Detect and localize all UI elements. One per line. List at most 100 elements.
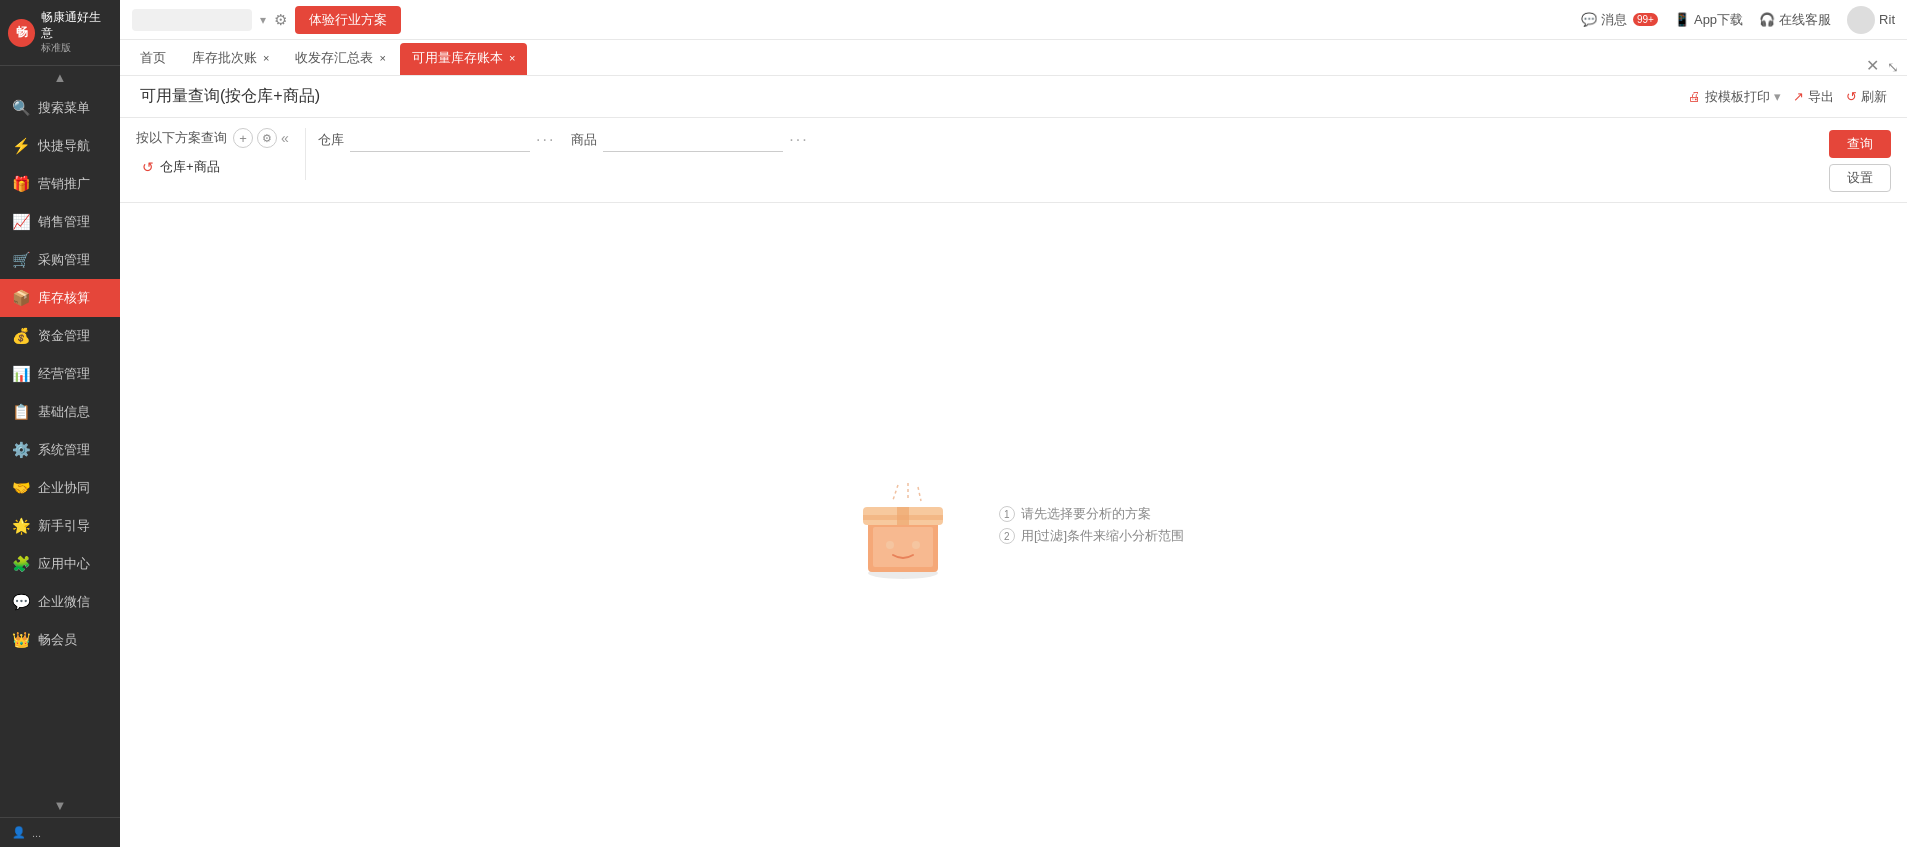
export-button[interactable]: ↗ 导出 (1793, 88, 1834, 106)
inventory-icon: 📦 (12, 289, 30, 307)
search-input[interactable] (132, 9, 252, 31)
empty-hint-1: 1 请先选择要分析的方案 (999, 505, 1184, 523)
message-icon: 💬 (1581, 12, 1597, 27)
online-service-label: 在线客服 (1779, 11, 1831, 29)
wechat-icon: 💬 (12, 593, 30, 611)
tab-available-qty-close[interactable]: × (509, 52, 515, 64)
svg-rect-2 (873, 527, 933, 567)
sidebar: 畅 畅康通好生意 标准版 ▲ 🔍 搜索菜单 ⚡ 快捷导航 🎁 营销推广 📈 销售… (0, 0, 120, 847)
message-button[interactable]: 💬 消息 99+ (1581, 11, 1658, 29)
print-button[interactable]: 🖨 按模板打印 ▾ (1688, 88, 1781, 106)
sidebar-item-sales[interactable]: 📈 销售管理 (0, 203, 120, 241)
expand-tab-button[interactable]: ⤡ (1887, 59, 1899, 75)
quick-nav-icon: ⚡ (12, 137, 30, 155)
filter-fields: 仓库 ··· 商品 ··· (318, 128, 1817, 152)
sidebar-item-label: 企业微信 (38, 593, 90, 611)
app-name: 畅康通好生意 (41, 10, 112, 41)
tab-available-qty[interactable]: 可用量库存账本 × (400, 43, 527, 75)
message-badge: 99+ (1633, 13, 1658, 26)
product-more-icon[interactable]: ··· (789, 131, 808, 149)
sidebar-item-inventory[interactable]: 📦 库存核算 (0, 279, 120, 317)
export-label: 导出 (1808, 88, 1834, 106)
sidebar-item-wechat[interactable]: 💬 企业微信 (0, 583, 120, 621)
warehouse-label: 仓库 (318, 131, 344, 149)
tab-available-qty-label: 可用量库存账本 (412, 49, 503, 67)
sidebar-item-label: 系统管理 (38, 441, 90, 459)
sidebar-item-label: 营销推广 (38, 175, 90, 193)
scheme-collapse-button[interactable]: « (281, 130, 289, 146)
sidebar-item-label: 销售管理 (38, 213, 90, 231)
scheme-item-icon: ↺ (142, 159, 154, 175)
sidebar-bottom-user[interactable]: 👤 ... (0, 817, 120, 847)
warehouse-more-icon[interactable]: ··· (536, 131, 555, 149)
scheme-item-label: 仓库+商品 (160, 158, 220, 176)
product-input[interactable] (603, 128, 783, 152)
scheme-add-button[interactable]: + (233, 128, 253, 148)
filter-scheme-panel: 按以下方案查询 + ⚙ « ↺ 仓库+商品 (136, 128, 306, 180)
empty-box-svg (843, 465, 963, 585)
sidebar-item-finance[interactable]: 💰 资金管理 (0, 317, 120, 355)
tab-home[interactable]: 首页 (128, 43, 178, 75)
sidebar-item-purchase[interactable]: 🛒 采购管理 (0, 241, 120, 279)
tab-batch-account-close[interactable]: × (263, 52, 269, 64)
refresh-icon: ↺ (1846, 89, 1857, 104)
hint-text-1: 请先选择要分析的方案 (1021, 505, 1151, 523)
search-chevron-icon[interactable]: ▾ (260, 13, 266, 27)
warehouse-input[interactable] (350, 128, 530, 152)
tab-summary-close[interactable]: × (379, 52, 385, 64)
tab-summary[interactable]: 收发存汇总表 × (283, 43, 397, 75)
sidebar-item-label: 搜索菜单 (38, 99, 90, 117)
sidebar-scroll-up[interactable]: ▲ (0, 66, 120, 89)
avatar (1847, 6, 1875, 34)
sales-icon: 📈 (12, 213, 30, 231)
query-button[interactable]: 查询 (1829, 130, 1891, 158)
empty-hints: 1 请先选择要分析的方案 2 用[过滤]条件来缩小分析范围 (999, 505, 1184, 545)
sidebar-item-marketing[interactable]: 🎁 营销推广 (0, 165, 120, 203)
sidebar-item-label: 资金管理 (38, 327, 90, 345)
tab-summary-label: 收发存汇总表 (295, 49, 373, 67)
sidebar-item-basic-info[interactable]: 📋 基础信息 (0, 393, 120, 431)
sidebar-item-operations[interactable]: 📊 经营管理 (0, 355, 120, 393)
operations-icon: 📊 (12, 365, 30, 383)
sidebar-item-membership[interactable]: 👑 畅会员 (0, 621, 120, 659)
svg-point-4 (912, 541, 920, 549)
sidebar-user-label: ... (32, 827, 41, 839)
user-profile-button[interactable]: Rit (1847, 6, 1895, 34)
sidebar-item-guide[interactable]: 🌟 新手引导 (0, 507, 120, 545)
sidebar-item-label: 库存核算 (38, 289, 90, 307)
app-download-button[interactable]: 📱 App下载 (1674, 11, 1743, 29)
message-label: 消息 (1601, 11, 1627, 29)
sidebar-item-label: 应用中心 (38, 555, 90, 573)
sidebar-item-system[interactable]: ⚙️ 系统管理 (0, 431, 120, 469)
print-label: 按模板打印 (1705, 88, 1770, 106)
tab-batch-account[interactable]: 库存批次账 × (180, 43, 281, 75)
sidebar-item-quick-nav[interactable]: ⚡ 快捷导航 (0, 127, 120, 165)
sidebar-item-search[interactable]: 🔍 搜索菜单 (0, 89, 120, 127)
purchase-icon: 🛒 (12, 251, 30, 269)
scheme-item-warehouse-product[interactable]: ↺ 仓库+商品 (136, 154, 293, 180)
sidebar-scroll-down[interactable]: ▼ (0, 794, 120, 817)
trial-industry-button[interactable]: 体验行业方案 (295, 6, 401, 34)
enterprise-icon: 🤝 (12, 479, 30, 497)
empty-hint-2: 2 用[过滤]条件来缩小分析范围 (999, 527, 1184, 545)
settings-gear-icon[interactable]: ⚙ (274, 11, 287, 29)
export-icon: ↗ (1793, 89, 1804, 104)
svg-line-10 (918, 487, 921, 501)
column-settings-button[interactable]: 设置 (1829, 164, 1891, 192)
scheme-settings-button[interactable]: ⚙ (257, 128, 277, 148)
sidebar-item-label: 快捷导航 (38, 137, 90, 155)
tab-batch-account-label: 库存批次账 (192, 49, 257, 67)
sidebar-header: 畅 畅康通好生意 标准版 (0, 0, 120, 66)
system-icon: ⚙️ (12, 441, 30, 459)
online-service-button[interactable]: 🎧 在线客服 (1759, 11, 1831, 29)
hint-num-1: 1 (999, 506, 1015, 522)
user-name: Rit (1879, 12, 1895, 27)
sidebar-item-label: 企业协同 (38, 479, 90, 497)
sidebar-item-label: 经营管理 (38, 365, 90, 383)
headset-icon: 🎧 (1759, 12, 1775, 27)
refresh-button[interactable]: ↺ 刷新 (1846, 88, 1887, 106)
apps-icon: 🧩 (12, 555, 30, 573)
sidebar-item-apps[interactable]: 🧩 应用中心 (0, 545, 120, 583)
sidebar-item-enterprise[interactable]: 🤝 企业协同 (0, 469, 120, 507)
close-tab-button[interactable]: ✕ (1860, 56, 1885, 75)
